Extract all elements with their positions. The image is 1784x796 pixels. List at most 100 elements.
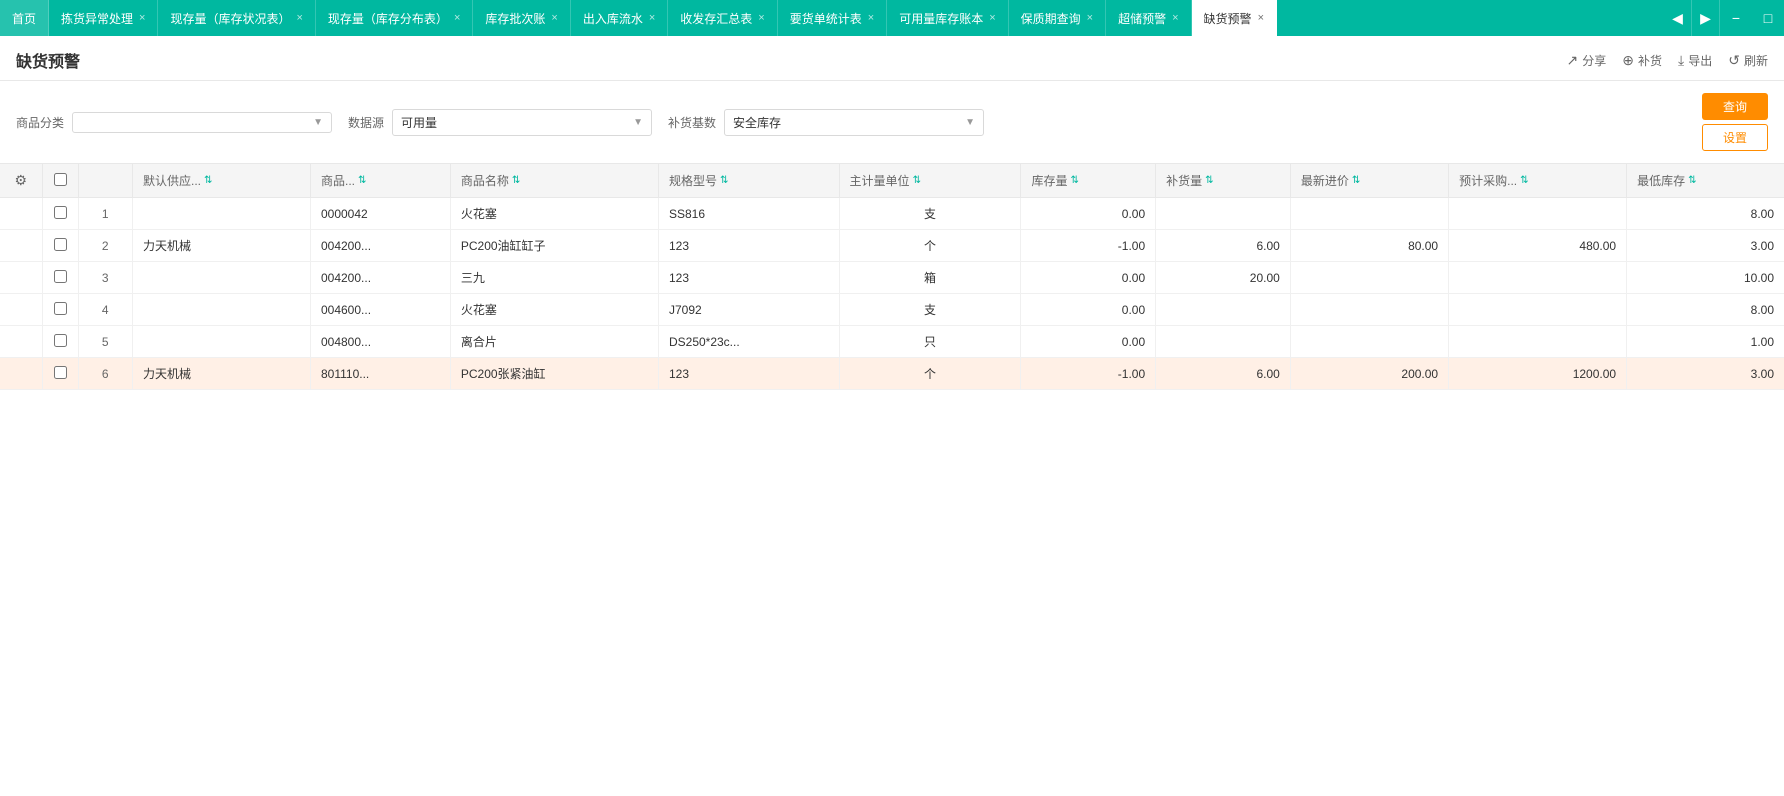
- td-checkbox-4[interactable]: [42, 326, 78, 358]
- tab-label-10: 超储预警: [1118, 10, 1166, 27]
- window-minimize-btn[interactable]: −: [1720, 0, 1752, 36]
- th-replenish-sort: ⇅: [1205, 175, 1213, 186]
- th-code[interactable]: 商品...⇅: [310, 164, 450, 198]
- tab-item-9[interactable]: 保质期查询×: [1009, 0, 1106, 36]
- td-checkbox-5[interactable]: [42, 358, 78, 390]
- td-checkbox-1[interactable]: [42, 230, 78, 262]
- tab-item-3[interactable]: 现存量（库存分布表）×: [316, 0, 473, 36]
- refresh-icon: ↺: [1728, 52, 1740, 69]
- td-stock-4: 0.00: [1021, 326, 1156, 358]
- td-row-settings-2: [0, 262, 42, 294]
- td-latest-price-4: [1290, 326, 1448, 358]
- tab-close-11[interactable]: ×: [1258, 12, 1264, 24]
- export-label: 导出: [1688, 52, 1712, 69]
- tab-close-8[interactable]: ×: [989, 12, 995, 24]
- td-checkbox-3[interactable]: [42, 294, 78, 326]
- td-unit-4: 只: [839, 326, 1021, 358]
- tab-prev-btn[interactable]: ◀: [1664, 0, 1692, 36]
- settings-button[interactable]: 设置: [1702, 124, 1768, 151]
- tab-close-2[interactable]: ×: [296, 12, 302, 24]
- refresh-button[interactable]: ↺ 刷新: [1728, 52, 1768, 69]
- filter-bar: 商品分类 ▼ 数据源 可用量 ▼ 补货基数 安全库存 ▼ 查询 设置: [0, 81, 1784, 164]
- th-replenish-label: 补货量: [1166, 172, 1202, 189]
- replenish-label: 补货: [1638, 52, 1662, 69]
- tab-item-5[interactable]: 出入库流水×: [571, 0, 668, 36]
- th-settings[interactable]: ⚙: [0, 164, 42, 198]
- tab-label-1: 拣货异常处理: [61, 10, 133, 27]
- td-checkbox-0[interactable]: [42, 198, 78, 230]
- th-replenish[interactable]: 补货量⇅: [1156, 164, 1291, 198]
- tab-close-4[interactable]: ×: [551, 12, 557, 24]
- window-controls: − □: [1720, 0, 1784, 36]
- tab-next-btn[interactable]: ▶: [1692, 0, 1720, 36]
- th-stock[interactable]: 库存量⇅: [1021, 164, 1156, 198]
- tab-close-9[interactable]: ×: [1087, 12, 1093, 24]
- td-replenish-0: [1156, 198, 1291, 230]
- th-min-stock[interactable]: 最低库存⇅: [1627, 164, 1784, 198]
- share-button[interactable]: ↗ 分享: [1567, 52, 1607, 69]
- gear-icon[interactable]: ⚙: [14, 172, 27, 188]
- category-select[interactable]: ▼: [72, 112, 332, 133]
- tab-close-5[interactable]: ×: [649, 12, 655, 24]
- td-checkbox-2[interactable]: [42, 262, 78, 294]
- row-checkbox-0[interactable]: [54, 206, 67, 219]
- th-latest-price-label: 最新进价: [1301, 172, 1349, 189]
- td-unit-3: 支: [839, 294, 1021, 326]
- replenish-button[interactable]: ⊕ 补货: [1622, 52, 1662, 69]
- tab-item-4[interactable]: 库存批次账 ×: [473, 0, 570, 36]
- query-button[interactable]: 查询: [1702, 93, 1768, 120]
- td-stock-2: 0.00: [1021, 262, 1156, 294]
- replenish-base-select[interactable]: 安全库存 ▼: [724, 109, 984, 136]
- category-select-arrow: ▼: [313, 117, 323, 128]
- td-name-5: PC200张紧油缸: [450, 358, 658, 390]
- td-name-2: 三九: [450, 262, 658, 294]
- tab-close-3[interactable]: ×: [454, 12, 460, 24]
- export-button[interactable]: ⤓ 导出: [1678, 52, 1712, 69]
- th-supplier-label: 默认供应...: [143, 172, 201, 189]
- datasource-select-value: 可用量: [401, 114, 629, 131]
- th-min-stock-sort: ⇅: [1688, 175, 1696, 186]
- th-latest-price[interactable]: 最新进价⇅: [1290, 164, 1448, 198]
- row-checkbox-1[interactable]: [54, 238, 67, 251]
- tab-item-1[interactable]: 拣货异常处理 ×: [49, 0, 158, 36]
- tab-item-2[interactable]: 现存量（库存状况表） ×: [158, 0, 315, 36]
- th-unit[interactable]: 主计量单位⇅: [839, 164, 1021, 198]
- tab-item-10[interactable]: 超储预警 ×: [1106, 0, 1191, 36]
- tab-close-6[interactable]: ×: [758, 12, 764, 24]
- tab-label-2: 现存量（库存状况表）: [170, 10, 290, 27]
- row-checkbox-4[interactable]: [54, 334, 67, 347]
- th-est-purchase[interactable]: 预计采购...⇅: [1449, 164, 1627, 198]
- tab-item-6[interactable]: 收发存汇总表×: [668, 0, 777, 36]
- window-maximize-btn[interactable]: □: [1752, 0, 1784, 36]
- tab-item-11[interactable]: 缺货预警×: [1192, 0, 1277, 36]
- td-replenish-4: [1156, 326, 1291, 358]
- tab-close-7[interactable]: ×: [868, 12, 874, 24]
- th-supplier[interactable]: 默认供应...⇅: [133, 164, 311, 198]
- th-spec[interactable]: 规格型号⇅: [658, 164, 839, 198]
- td-code-4: 004800...: [310, 326, 450, 358]
- tab-label-4: 库存批次账: [485, 10, 545, 27]
- tab-item-0[interactable]: 首页: [0, 0, 49, 36]
- row-checkbox-5[interactable]: [54, 366, 67, 379]
- tab-bar: 首页拣货异常处理×现存量（库存状况表）×现存量（库存分布表）×库存批次账×出入库…: [0, 0, 1784, 36]
- select-all-checkbox[interactable]: [54, 173, 67, 186]
- td-latest-price-2: [1290, 262, 1448, 294]
- category-label: 商品分类: [16, 114, 64, 131]
- td-supplier-4: [133, 326, 311, 358]
- tab-close-10[interactable]: ×: [1172, 12, 1178, 24]
- th-spec-label: 规格型号: [669, 172, 717, 189]
- tab-close-1[interactable]: ×: [139, 12, 145, 24]
- td-est-purchase-1: 480.00: [1449, 230, 1627, 262]
- td-unit-0: 支: [839, 198, 1021, 230]
- tab-item-7[interactable]: 要货单统计表×: [778, 0, 887, 36]
- row-checkbox-3[interactable]: [54, 302, 67, 315]
- main-content: 缺货预警 ↗ 分享 ⊕ 补货 ⤓ 导出 ↺ 刷新 商品分类: [0, 36, 1784, 796]
- td-est-purchase-0: [1449, 198, 1627, 230]
- td-latest-price-1: 80.00: [1290, 230, 1448, 262]
- row-checkbox-2[interactable]: [54, 270, 67, 283]
- td-supplier-1: 力天机械: [133, 230, 311, 262]
- tab-item-8[interactable]: 可用量库存账本×: [887, 0, 1008, 36]
- th-name[interactable]: 商品名称⇅: [450, 164, 658, 198]
- datasource-select[interactable]: 可用量 ▼: [392, 109, 652, 136]
- td-min-stock-0: 8.00: [1627, 198, 1784, 230]
